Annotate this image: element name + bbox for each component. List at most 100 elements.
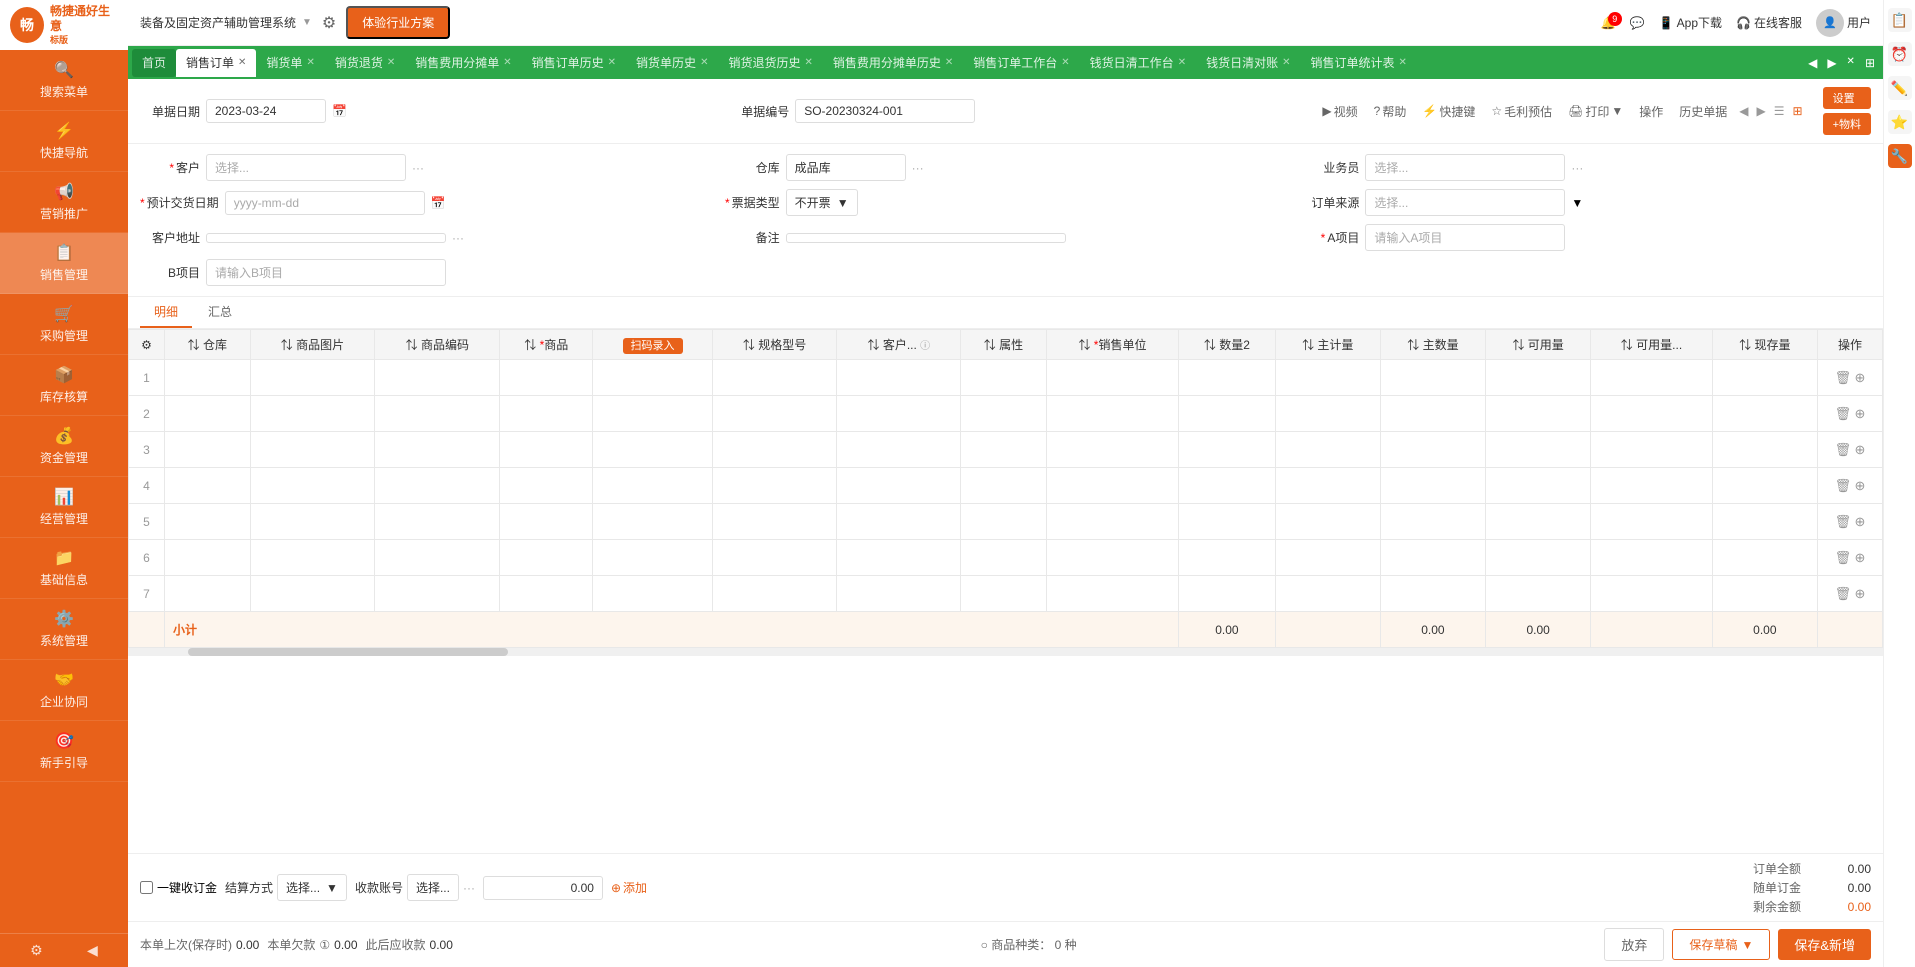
cell-scan[interactable]: [593, 360, 712, 396]
tab-sales-order[interactable]: 销售订单 ✕: [176, 49, 256, 77]
cell-code[interactable]: [375, 360, 500, 396]
account-select[interactable]: 选择...: [407, 874, 459, 901]
cell-main-qty[interactable]: [1380, 540, 1485, 576]
cell-warehouse[interactable]: [165, 360, 251, 396]
cell-main-unit[interactable]: [1275, 360, 1380, 396]
right-panel-icon-2[interactable]: ⏰: [1888, 42, 1912, 66]
staff-input[interactable]: 选择...: [1365, 154, 1565, 181]
tab-more[interactable]: ⊞: [1861, 54, 1879, 72]
sidebar-item-search[interactable]: 🔍 搜索菜单: [0, 50, 128, 111]
sidebar-item-sales[interactable]: 📋 销售管理: [0, 233, 128, 294]
cell-op[interactable]: 🗑 ⊕: [1817, 432, 1882, 468]
cell-op[interactable]: 🗑 ⊕: [1817, 468, 1882, 504]
tab-close-sales-bill[interactable]: ✕: [306, 57, 314, 68]
cell-attr[interactable]: [961, 468, 1047, 504]
cell-available2[interactable]: [1591, 432, 1713, 468]
cell-scan[interactable]: [593, 432, 712, 468]
sidebar-item-finance[interactable]: 💰 资金管理: [0, 416, 128, 477]
cell-product[interactable]: [500, 360, 593, 396]
tab-close-workbench[interactable]: ✕: [1061, 57, 1069, 68]
right-panel-icon-4[interactable]: ⭐: [1888, 110, 1912, 134]
abandon-button[interactable]: 放弃: [1604, 928, 1664, 961]
warehouse-more[interactable]: ···: [912, 161, 924, 175]
cell-code[interactable]: [375, 576, 500, 612]
tab-reconcile[interactable]: 钱货日清对账 ✕: [1196, 49, 1300, 77]
delete-icon[interactable]: 🗑: [1835, 478, 1852, 493]
cell-spec[interactable]: [712, 540, 837, 576]
payment-amount[interactable]: 0.00: [483, 876, 603, 900]
cell-image[interactable]: [250, 396, 375, 432]
cell-customer[interactable]: [837, 540, 961, 576]
cell-image[interactable]: [250, 468, 375, 504]
cell-spec[interactable]: [712, 396, 837, 432]
tab-bill-history[interactable]: 销货单历史 ✕: [626, 49, 718, 77]
sidebar-item-purchase[interactable]: 🛒 采购管理: [0, 294, 128, 355]
cell-customer[interactable]: [837, 576, 961, 612]
cell-customer[interactable]: [837, 504, 961, 540]
sidebar-item-management[interactable]: 📊 经营管理: [0, 477, 128, 538]
cell-image[interactable]: [250, 504, 375, 540]
cell-main-qty[interactable]: [1380, 576, 1485, 612]
cell-attr[interactable]: [961, 396, 1047, 432]
b-project-input[interactable]: 请输入B项目: [206, 259, 446, 286]
cell-available2[interactable]: [1591, 504, 1713, 540]
cell-qty2[interactable]: [1179, 432, 1275, 468]
note-input[interactable]: [786, 233, 1066, 243]
user-menu[interactable]: 👤 用户: [1816, 9, 1871, 37]
cell-unit[interactable]: [1046, 432, 1178, 468]
cell-main-qty[interactable]: [1380, 468, 1485, 504]
cell-available[interactable]: [1486, 540, 1591, 576]
cell-available2[interactable]: [1591, 576, 1713, 612]
account-more[interactable]: ···: [463, 881, 475, 895]
address-input[interactable]: [206, 233, 446, 243]
tab-prev-arrow[interactable]: ◀: [1804, 54, 1821, 72]
cell-product[interactable]: [500, 432, 593, 468]
tab-stat[interactable]: 销售订单统计表 ✕: [1300, 49, 1416, 77]
online-service[interactable]: 🎧 在线客服: [1736, 14, 1802, 31]
order-source-input[interactable]: 选择...: [1365, 189, 1565, 216]
ticket-type-select[interactable]: 不开票 ▼: [786, 189, 858, 216]
cell-code[interactable]: [375, 504, 500, 540]
cell-unit[interactable]: [1046, 504, 1178, 540]
nav-prev-icon[interactable]: ◀: [1739, 104, 1748, 118]
copy-icon[interactable]: ⊕: [1854, 406, 1865, 421]
cell-product[interactable]: [500, 576, 593, 612]
cell-code[interactable]: [375, 396, 500, 432]
sidebar-item-collab[interactable]: 🤝 企业协同: [0, 660, 128, 721]
one-click-checkbox[interactable]: [140, 881, 153, 894]
cell-unit[interactable]: [1046, 360, 1178, 396]
staff-more[interactable]: ···: [1571, 161, 1583, 175]
cell-attr[interactable]: [961, 540, 1047, 576]
right-panel-icon-5[interactable]: 🔧: [1888, 144, 1912, 168]
cell-available[interactable]: [1486, 360, 1591, 396]
cell-warehouse[interactable]: [165, 540, 251, 576]
cell-warehouse[interactable]: [165, 576, 251, 612]
cell-op[interactable]: 🗑 ⊕: [1817, 360, 1882, 396]
nav-next-icon[interactable]: ▶: [1757, 104, 1766, 118]
col-settings[interactable]: ⚙: [129, 330, 165, 360]
cell-current[interactable]: [1712, 540, 1817, 576]
one-click-label[interactable]: 一键收订金: [140, 879, 217, 896]
cell-scan[interactable]: [593, 396, 712, 432]
cell-warehouse[interactable]: [165, 468, 251, 504]
tab-close-expense[interactable]: ✕: [503, 57, 511, 68]
tab-close-daily[interactable]: ✕: [1178, 57, 1186, 68]
cell-image[interactable]: [250, 576, 375, 612]
cell-product[interactable]: [500, 540, 593, 576]
cell-current[interactable]: [1712, 396, 1817, 432]
address-more[interactable]: ···: [452, 231, 464, 245]
delete-icon[interactable]: 🗑: [1835, 370, 1852, 385]
sidebar-item-basic[interactable]: 📁 基础信息: [0, 538, 128, 599]
cell-spec[interactable]: [712, 504, 837, 540]
scroll-thumb[interactable]: [188, 648, 508, 656]
cell-unit[interactable]: [1046, 540, 1178, 576]
save-draft-button[interactable]: 保存草稿 ▼: [1672, 929, 1770, 960]
sidebar-settings-btn[interactable]: ⚙: [30, 942, 43, 959]
cell-warehouse[interactable]: [165, 396, 251, 432]
cell-scan[interactable]: [593, 576, 712, 612]
cell-attr[interactable]: [961, 504, 1047, 540]
calendar-icon[interactable]: 📅: [332, 104, 347, 118]
tab-sales-bill[interactable]: 销货单 ✕: [256, 49, 324, 77]
right-panel-icon-3[interactable]: ✏️: [1888, 76, 1912, 100]
copy-icon[interactable]: ⊕: [1854, 550, 1865, 565]
